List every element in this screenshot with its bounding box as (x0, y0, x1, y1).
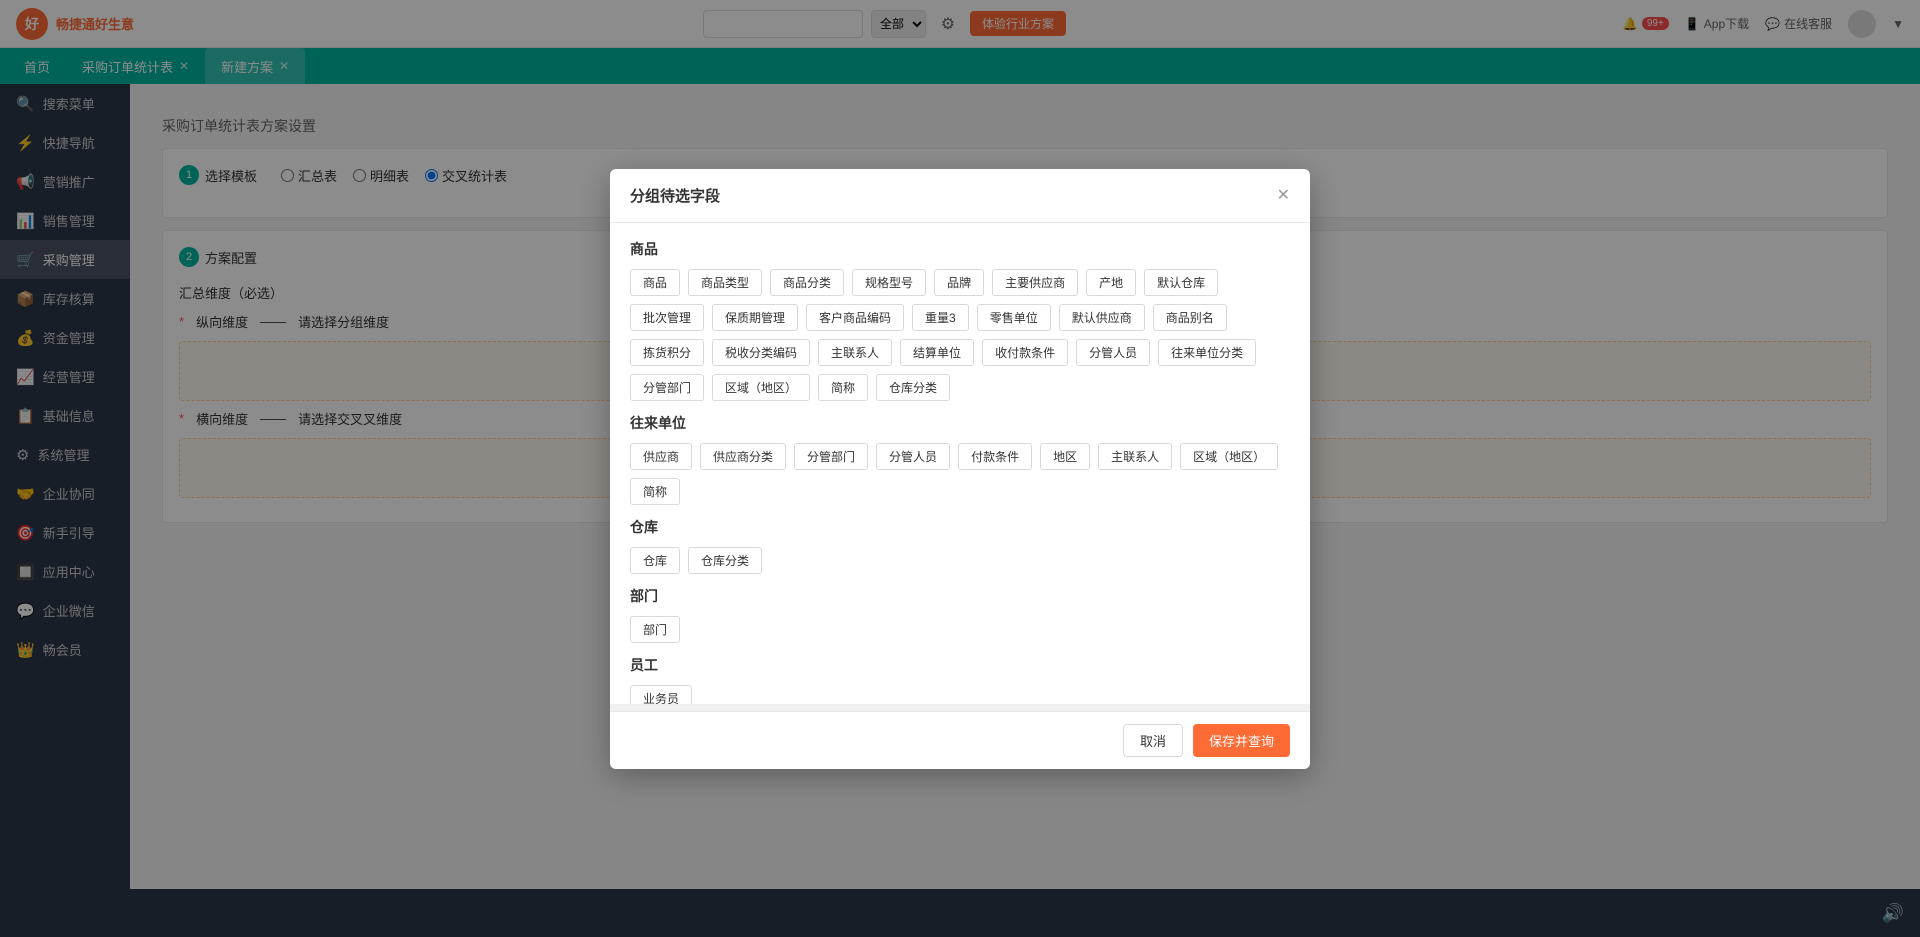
dialog-close-button[interactable]: ✕ (1277, 185, 1290, 205)
field-tag-地区[interactable]: 地区 (1040, 443, 1090, 470)
fields-grid-部门: 部门 (630, 616, 1290, 643)
fields-grid-员工: 业务员 (630, 685, 1290, 704)
field-tag-产地[interactable]: 产地 (1086, 269, 1136, 296)
section-title-商品: 商品 (630, 239, 1290, 259)
field-tag-主联系人[interactable]: 主联系人 (1098, 443, 1172, 470)
field-tag-拣货积分[interactable]: 拣货积分 (630, 339, 704, 366)
field-tag-区域（地区）[interactable]: 区域（地区） (1180, 443, 1278, 470)
field-tag-税收分类编码[interactable]: 税收分类编码 (712, 339, 810, 366)
field-tag-零售单位[interactable]: 零售单位 (977, 304, 1051, 331)
field-select-dialog: 分组待选字段 ✕ 商品商品商品类型商品分类规格型号品牌主要供应商产地默认仓库批次… (610, 169, 1310, 769)
field-tag-简称[interactable]: 简称 (630, 478, 680, 505)
field-tag-供应商[interactable]: 供应商 (630, 443, 692, 470)
field-tag-付款条件[interactable]: 付款条件 (958, 443, 1032, 470)
field-tag-往来单位分类[interactable]: 往来单位分类 (1158, 339, 1256, 366)
field-tag-分管人员[interactable]: 分管人员 (876, 443, 950, 470)
section-title-往来单位: 往来单位 (630, 413, 1290, 433)
field-tag-主要供应商[interactable]: 主要供应商 (992, 269, 1078, 296)
field-tag-商品分类[interactable]: 商品分类 (770, 269, 844, 296)
field-tag-供应商分类[interactable]: 供应商分类 (700, 443, 786, 470)
section-title-员工: 员工 (630, 655, 1290, 675)
field-tag-默认供应商[interactable]: 默认供应商 (1059, 304, 1145, 331)
field-tag-收付款条件[interactable]: 收付款条件 (982, 339, 1068, 366)
section-title-部门: 部门 (630, 586, 1290, 606)
field-tag-仓库分类[interactable]: 仓库分类 (688, 547, 762, 574)
field-tag-商品[interactable]: 商品 (630, 269, 680, 296)
confirm-button[interactable]: 保存并查询 (1193, 724, 1290, 757)
section-title-仓库: 仓库 (630, 517, 1290, 537)
field-tag-保质期管理[interactable]: 保质期管理 (712, 304, 798, 331)
field-tag-业务员[interactable]: 业务员 (630, 685, 692, 704)
cancel-button[interactable]: 取消 (1123, 724, 1183, 757)
fields-grid-往来单位: 供应商供应商分类分管部门分管人员付款条件地区主联系人区域（地区） 简称 (630, 443, 1290, 505)
field-tag-默认仓库[interactable]: 默认仓库 (1144, 269, 1218, 296)
fields-grid-仓库: 仓库仓库分类 (630, 547, 1290, 574)
field-tag-结算单位[interactable]: 结算单位 (900, 339, 974, 366)
field-tag-客户商品编码[interactable]: 客户商品编码 (806, 304, 904, 331)
field-tag-仓库分类[interactable]: 仓库分类 (876, 374, 950, 401)
field-tag-商品别名[interactable]: 商品别名 (1153, 304, 1227, 331)
field-tag-部门[interactable]: 部门 (630, 616, 680, 643)
dialog-title: 分组待选字段 (630, 185, 720, 206)
field-tag-重量3[interactable]: 重量3 (912, 304, 969, 331)
dialog-body[interactable]: 商品商品商品类型商品分类规格型号品牌主要供应商产地默认仓库批次管理保质期管理客户… (610, 223, 1310, 704)
field-tag-规格型号[interactable]: 规格型号 (852, 269, 926, 296)
field-tag-分管部门[interactable]: 分管部门 (794, 443, 868, 470)
dialog-header: 分组待选字段 ✕ (610, 169, 1310, 223)
field-tag-简称[interactable]: 简称 (818, 374, 868, 401)
field-tag-批次管理[interactable]: 批次管理 (630, 304, 704, 331)
field-tag-主联系人[interactable]: 主联系人 (818, 339, 892, 366)
field-tag-区域（地区）[interactable]: 区域（地区） (712, 374, 810, 401)
field-tag-商品类型[interactable]: 商品类型 (688, 269, 762, 296)
field-tag-分管部门[interactable]: 分管部门 (630, 374, 704, 401)
dialog-footer: 取消 保存并查询 (610, 711, 1310, 769)
field-tag-品牌[interactable]: 品牌 (934, 269, 984, 296)
field-tag-仓库[interactable]: 仓库 (630, 547, 680, 574)
field-tag-分管人员[interactable]: 分管人员 (1076, 339, 1150, 366)
fields-grid-商品: 商品商品类型商品分类规格型号品牌主要供应商产地默认仓库批次管理保质期管理客户商品… (630, 269, 1290, 401)
